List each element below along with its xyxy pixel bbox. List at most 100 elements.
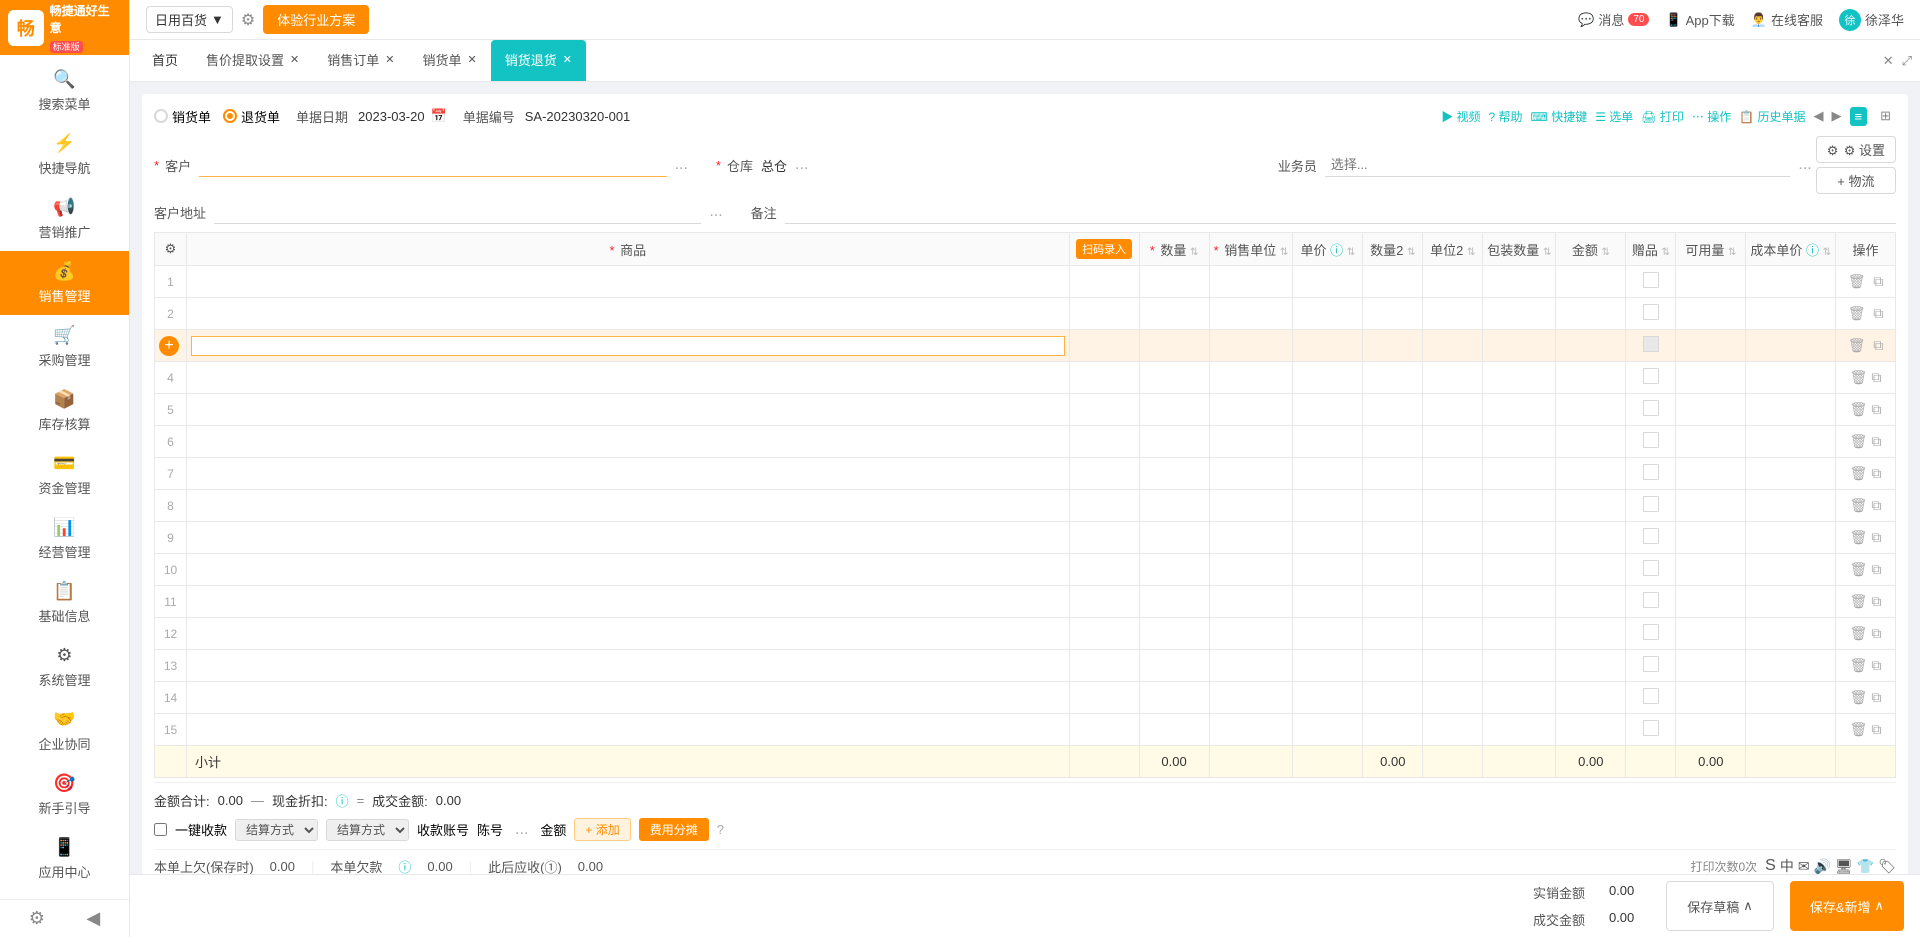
sort-cost[interactable]: ⇅ — [1823, 247, 1831, 258]
settlement-select-2[interactable]: 结算方式 — [326, 819, 409, 841]
sort-amount[interactable]: ⇅ — [1601, 247, 1609, 258]
sort-unit2[interactable]: ⇅ — [1467, 247, 1475, 258]
discount-info-icon[interactable]: ⓘ — [336, 791, 349, 810]
sidebar-item-app[interactable]: 📱 应用中心 — [0, 827, 129, 891]
history-link[interactable]: 📋 历史单据 — [1739, 108, 1805, 125]
message-btn[interactable]: 💬 消息 70 — [1578, 10, 1649, 29]
gift-checkbox-9[interactable] — [1643, 528, 1659, 544]
logistics-btn[interactable]: + 物流 — [1816, 167, 1896, 194]
delete-row-1[interactable]: 🗑 — [1848, 273, 1866, 289]
bottom-icon-1[interactable]: S — [1765, 857, 1776, 874]
tab-close-sales-order[interactable]: ✕ — [385, 53, 394, 66]
gift-checkbox-13[interactable] — [1643, 656, 1659, 672]
select-link[interactable]: ☰ 选单 — [1595, 108, 1633, 125]
tab-price-settings[interactable]: 售价提取设置 ✕ — [192, 40, 313, 81]
del7[interactable]: 🗑 — [1850, 465, 1868, 481]
gift-checkbox-4[interactable] — [1643, 368, 1659, 384]
del9[interactable]: 🗑 — [1850, 529, 1868, 545]
sidebar-item-marketing[interactable]: 📢 营销推广 — [0, 187, 129, 251]
account-picker[interactable]: ... — [511, 821, 532, 839]
tab-close-all[interactable]: ✕ — [1883, 53, 1894, 69]
save-new-btn[interactable]: 保存&新增 ∧ — [1790, 881, 1904, 931]
tab-sales-return[interactable]: 销货退货 ✕ — [491, 40, 586, 81]
user-menu[interactable]: 徐 徐泽华 — [1839, 9, 1904, 31]
copy12[interactable]: ⧉ — [1871, 625, 1881, 641]
video-link[interactable]: ▶ 视频 — [1441, 108, 1480, 125]
del5[interactable]: 🗑 — [1850, 401, 1868, 417]
del15[interactable]: 🗑 — [1850, 721, 1868, 737]
calendar-icon[interactable]: 📅 — [431, 108, 447, 124]
gift-checkbox-3[interactable] — [1643, 336, 1659, 352]
radio-sales-bill[interactable]: 销货单 — [154, 107, 211, 126]
app-download-btn[interactable]: 📱 App下载 — [1665, 10, 1734, 29]
sidebar-item-system[interactable]: ⚙ 系统管理 — [0, 635, 129, 699]
one-click-pay-check[interactable] — [154, 823, 167, 836]
sidebar-item-basic[interactable]: 📋 基础信息 — [0, 571, 129, 635]
sort-qty2[interactable]: ⇅ — [1407, 247, 1415, 258]
th-settings[interactable]: ⚙ — [155, 233, 187, 266]
delete-row-3[interactable]: 🗑 — [1848, 337, 1866, 353]
customer-input[interactable] — [199, 153, 666, 177]
del12[interactable]: 🗑 — [1850, 625, 1868, 641]
address-picker[interactable]: ... — [705, 203, 726, 221]
sort-gift[interactable]: ⇅ — [1661, 247, 1669, 258]
add-pay-btn[interactable]: + 添加 — [574, 818, 630, 841]
scan-input-btn[interactable]: 扫码录入 — [1076, 239, 1132, 259]
gift-checkbox-14[interactable] — [1643, 688, 1659, 704]
staff-picker[interactable]: ... — [1794, 156, 1815, 174]
tab-close-sales-bill[interactable]: ✕ — [468, 53, 477, 66]
copy15[interactable]: ⧉ — [1871, 721, 1881, 737]
topbar-gear-icon[interactable]: ⚙ — [241, 10, 255, 30]
sidebar-item-quick[interactable]: ⚡ 快捷导航 — [0, 123, 129, 187]
del6[interactable]: 🗑 — [1850, 433, 1868, 449]
gift-checkbox-7[interactable] — [1643, 464, 1659, 480]
nav-prev[interactable]: ◀ — [1814, 108, 1824, 124]
bottom-icon-3[interactable]: ✉ — [1798, 858, 1810, 875]
nav-next[interactable]: ▶ — [1832, 108, 1842, 124]
warehouse-picker[interactable]: ... — [791, 156, 812, 174]
copy9[interactable]: ⧉ — [1871, 529, 1881, 545]
shortcut-link[interactable]: ⌨ 快捷键 — [1531, 108, 1588, 125]
gift-checkbox-1[interactable] — [1643, 272, 1659, 288]
copy-row-3[interactable]: ⧉ — [1873, 337, 1883, 353]
customer-picker[interactable]: ... — [671, 156, 692, 174]
sidebar-item-inventory[interactable]: 📦 库存核算 — [0, 379, 129, 443]
sort-available[interactable]: ⇅ — [1728, 247, 1736, 258]
sidebar-item-sales[interactable]: 💰 销售管理 — [0, 251, 129, 315]
sidebar-item-operations[interactable]: 📊 经营管理 — [0, 507, 129, 571]
sort-price[interactable]: ⇅ — [1347, 247, 1355, 258]
sidebar-settings-btn[interactable]: ⚙ — [29, 908, 45, 929]
settings-btn[interactable]: ⚙ ⚙ 设置 — [1816, 136, 1896, 163]
tab-sales-order[interactable]: 销售订单 ✕ — [313, 40, 408, 81]
sort-sales-unit[interactable]: ⇅ — [1280, 247, 1288, 258]
bottom-icon-2[interactable]: 中 — [1780, 856, 1794, 874]
help-link[interactable]: ? 帮助 — [1489, 108, 1523, 125]
add-row-btn[interactable]: + — [159, 336, 179, 356]
copy10[interactable]: ⧉ — [1871, 561, 1881, 577]
delete-row-2[interactable]: 🗑 — [1848, 305, 1866, 321]
copy4[interactable]: ⧉ — [1871, 369, 1881, 385]
bottom-icon-5[interactable]: 🖥 — [1835, 858, 1853, 875]
del11[interactable]: 🗑 — [1850, 593, 1868, 609]
trial-btn[interactable]: 体验行业方案 — [263, 5, 369, 34]
save-draft-btn[interactable]: 保存草稿 ∧ — [1666, 881, 1774, 931]
bottom-icon-4[interactable]: 🔊 — [1814, 858, 1831, 875]
copy13[interactable]: ⧉ — [1871, 657, 1881, 673]
staff-input[interactable] — [1325, 153, 1791, 177]
gift-checkbox-12[interactable] — [1643, 624, 1659, 640]
sort-pkg[interactable]: ⇅ — [1543, 247, 1551, 258]
gift-checkbox-10[interactable] — [1643, 560, 1659, 576]
gift-checkbox-6[interactable] — [1643, 432, 1659, 448]
print-link[interactable]: 🖨 打印 — [1641, 108, 1684, 125]
view-toggle-2[interactable]: ⊞ — [1875, 106, 1896, 126]
gift-checkbox-15[interactable] — [1643, 720, 1659, 736]
del14[interactable]: 🗑 — [1850, 689, 1868, 705]
tab-restore[interactable]: ⤢ — [1902, 53, 1912, 69]
del13[interactable]: 🗑 — [1850, 657, 1868, 673]
sidebar-item-purchase[interactable]: 🛒 采购管理 — [0, 315, 129, 379]
copy5[interactable]: ⧉ — [1871, 401, 1881, 417]
expense-split-btn[interactable]: 费用分摊 — [639, 818, 709, 841]
address-input[interactable] — [214, 200, 701, 224]
gift-checkbox-5[interactable] — [1643, 400, 1659, 416]
sort-quantity[interactable]: ⇅ — [1190, 247, 1198, 258]
